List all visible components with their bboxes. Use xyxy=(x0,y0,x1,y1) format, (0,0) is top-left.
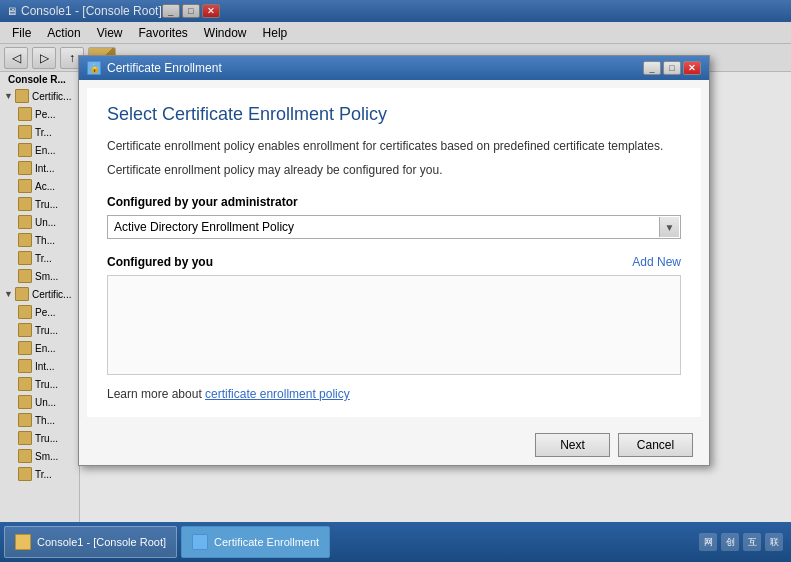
certificate-enrollment-dialog: 🔒 Certificate Enrollment _ □ ✕ Select Ce… xyxy=(78,55,710,466)
enrollment-policy-dropdown[interactable]: Active Directory Enrollment Policy xyxy=(107,215,681,239)
learn-more-link[interactable]: certificate enrollment policy xyxy=(205,387,350,401)
taskbar-cert-label: Certificate Enrollment xyxy=(214,536,319,548)
dialog-maximize-button[interactable]: □ xyxy=(663,61,681,75)
tray-icon-3: 互 xyxy=(743,533,761,551)
section-admin-label: Configured by your administrator xyxy=(107,195,681,209)
taskbar: Console1 - [Console Root] Certificate En… xyxy=(0,522,791,562)
section-you-row: Configured by you Add New xyxy=(107,255,681,269)
taskbar-console-icon xyxy=(15,534,31,550)
dialog-close-button[interactable]: ✕ xyxy=(683,61,701,75)
taskbar-cert-icon xyxy=(192,534,208,550)
dialog-controls: _ □ ✕ xyxy=(643,61,701,75)
tray-icon-2: 创 xyxy=(721,533,739,551)
dialog-description-line2: Certificate enrollment policy may alread… xyxy=(107,161,681,179)
dialog-heading: Select Certificate Enrollment Policy xyxy=(107,104,681,125)
tray-icon-1: 网 xyxy=(699,533,717,551)
dropdown-container[interactable]: Active Directory Enrollment Policy ▼ xyxy=(107,215,681,239)
tray-icon-4: 联 xyxy=(765,533,783,551)
dialog-minimize-button[interactable]: _ xyxy=(643,61,661,75)
next-button[interactable]: Next xyxy=(535,433,610,457)
learn-more-text: Learn more about certificate enrollment … xyxy=(107,387,681,401)
dialog-footer: Next Cancel xyxy=(79,425,709,465)
taskbar-console[interactable]: Console1 - [Console Root] xyxy=(4,526,177,558)
add-new-link[interactable]: Add New xyxy=(632,255,681,269)
dialog-description-line1: Certificate enrollment policy enables en… xyxy=(107,137,681,155)
dialog-content: Select Certificate Enrollment Policy Cer… xyxy=(87,88,701,417)
configured-by-you-area xyxy=(107,275,681,375)
tray-area: 网 创 互 联 xyxy=(699,533,787,551)
dialog-title-icon: 🔒 xyxy=(87,61,101,75)
taskbar-console-label: Console1 - [Console Root] xyxy=(37,536,166,548)
modal-overlay: 🔒 Certificate Enrollment _ □ ✕ Select Ce… xyxy=(0,0,791,562)
dialog-title: Certificate Enrollment xyxy=(107,61,643,75)
section-you-label: Configured by you xyxy=(107,255,213,269)
taskbar-cert-enrollment[interactable]: Certificate Enrollment xyxy=(181,526,330,558)
cancel-button[interactable]: Cancel xyxy=(618,433,693,457)
dialog-title-bar: 🔒 Certificate Enrollment _ □ ✕ xyxy=(79,56,709,80)
